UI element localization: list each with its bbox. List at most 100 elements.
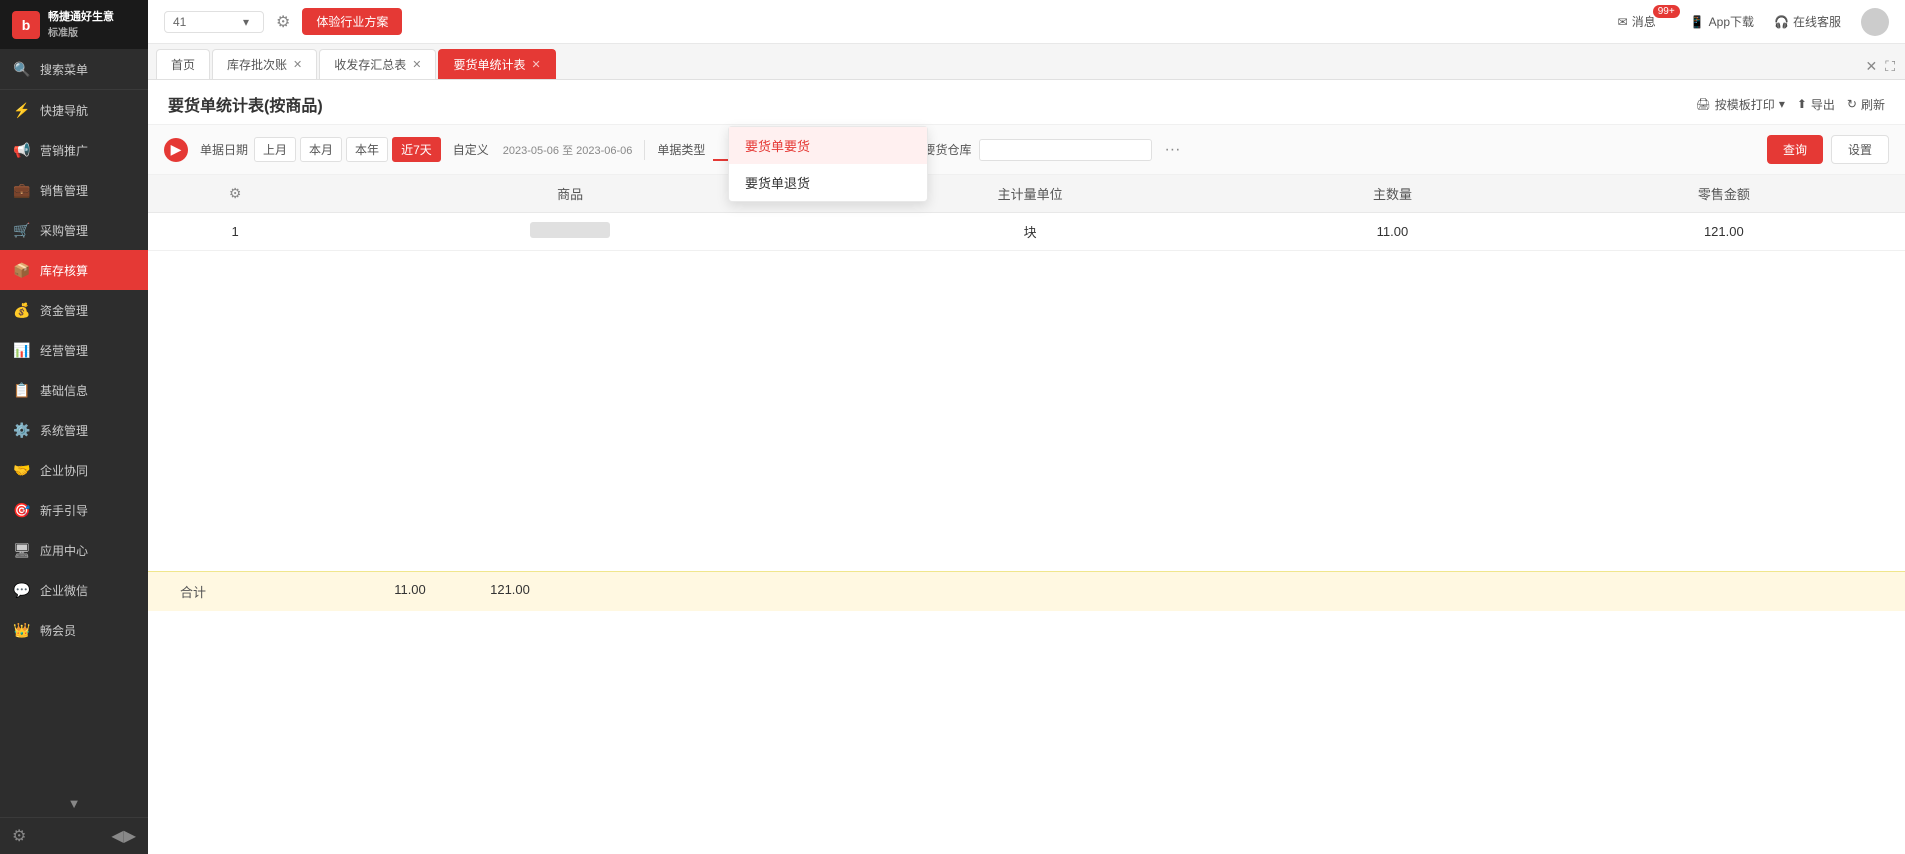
sidebar-item-sales[interactable]: 💼 销售管理 bbox=[0, 170, 148, 210]
sidebar-item-purchase[interactable]: 🛒 采购管理 bbox=[0, 210, 148, 250]
sidebar-item-label: 畅会员 bbox=[40, 622, 76, 639]
tab-close-icon[interactable]: ✕ bbox=[532, 58, 541, 71]
sidebar-item-vip[interactable]: 👑 畅会员 bbox=[0, 610, 148, 650]
tab-close-icon[interactable]: ✕ bbox=[293, 58, 302, 71]
finance-icon: 💰 bbox=[12, 300, 32, 320]
print-btn[interactable]: 🖨 按模板打印 ▾ bbox=[1696, 96, 1785, 113]
filter-warehouse-input[interactable] bbox=[979, 139, 1152, 161]
table-wrapper: ⚙ 商品 主计量单位 主数量 零售金额 1 块 11.00 bbox=[148, 175, 1905, 251]
sales-icon: 💼 bbox=[12, 180, 32, 200]
tab-home[interactable]: 首页 bbox=[156, 49, 210, 79]
tabs-close-all-btn[interactable]: ✕ bbox=[1863, 56, 1879, 77]
phone-icon: 📱 bbox=[1690, 15, 1705, 29]
tab-close-icon[interactable]: ✕ bbox=[412, 58, 421, 71]
export-btn[interactable]: ⬆ 导出 bbox=[1797, 96, 1835, 113]
service-btn[interactable]: 🎧 在线客服 bbox=[1774, 13, 1841, 30]
cell-unit: 块 bbox=[818, 213, 1242, 251]
messages-btn[interactable]: ✉ 消息 99+ bbox=[1618, 13, 1670, 30]
filter-date-year[interactable]: 本年 bbox=[346, 137, 388, 162]
footer-label: 合计 bbox=[160, 582, 360, 601]
filter-expand-btn[interactable]: ▶ bbox=[164, 138, 188, 162]
sidebar-item-wechat[interactable]: 💬 企业微信 bbox=[0, 570, 148, 610]
filter-date-7days[interactable]: 近7天 bbox=[392, 137, 441, 162]
guide-icon: 🎯 bbox=[12, 500, 32, 520]
topbar-gear-icon[interactable]: ⚙ bbox=[276, 12, 290, 32]
table-row: 1 块 11.00 121.00 bbox=[148, 213, 1905, 251]
footer-amount: 121.00 bbox=[460, 582, 560, 601]
type-filter-label: 单据类型 bbox=[657, 141, 705, 158]
promo-button[interactable]: 体验行业方案 bbox=[302, 8, 402, 35]
user-avatar[interactable] bbox=[1861, 8, 1889, 36]
sidebar-item-base-info[interactable]: 📋 基础信息 bbox=[0, 370, 148, 410]
page-header: 要货单统计表(按商品) 🖨 按模板打印 ▾ ⬆ 导出 ↻ 刷新 bbox=[148, 80, 1905, 125]
sidebar: b 畅捷通好生意 标准版 🔍 搜索菜单 ⚡ 快捷导航 📢 营销推广 💼 销售管理… bbox=[0, 0, 148, 854]
settings-button[interactable]: 设置 bbox=[1831, 135, 1889, 164]
filter-date-cur-month[interactable]: 本月 bbox=[300, 137, 342, 162]
filter-action-btns: 查询 设置 bbox=[1767, 135, 1889, 164]
topbar: 41 ▾ ⚙ 体验行业方案 ✉ 消息 99+ 📱 App下载 🎧 在线客服 bbox=[148, 0, 1905, 44]
filter-more-options-icon[interactable]: ··· bbox=[1160, 141, 1184, 159]
sidebar-nav: 🔍 搜索菜单 ⚡ 快捷导航 📢 营销推广 💼 销售管理 🛒 采购管理 📦 库存核… bbox=[0, 49, 148, 790]
company-name: 41 bbox=[173, 15, 186, 29]
sidebar-item-label: 搜索菜单 bbox=[40, 61, 88, 78]
sidebar-scroll-down[interactable]: ▼ bbox=[0, 790, 148, 817]
sidebar-item-finance[interactable]: 💰 资金管理 bbox=[0, 290, 148, 330]
sidebar-item-operations[interactable]: 📊 经营管理 bbox=[0, 330, 148, 370]
sidebar-item-system[interactable]: ⚙️ 系统管理 bbox=[0, 410, 148, 450]
tab-receive-summary[interactable]: 收发存汇总表 ✕ bbox=[319, 49, 436, 79]
appcenter-icon: 🖥 bbox=[12, 540, 32, 560]
export-icon: ⬆ bbox=[1797, 97, 1807, 111]
app-name: 畅捷通好生意 bbox=[48, 10, 114, 24]
page-title: 要货单统计表(按商品) bbox=[168, 92, 323, 116]
sidebar-item-label: 新手引导 bbox=[40, 502, 88, 519]
sidebar-item-collab[interactable]: 🤝 企业协同 bbox=[0, 450, 148, 490]
app-logo: b 畅捷通好生意 标准版 bbox=[0, 0, 148, 49]
refresh-btn[interactable]: ↻ 刷新 bbox=[1847, 96, 1885, 113]
filter-warehouse-section: 要货仓库 ··· bbox=[923, 139, 1184, 161]
page-content: 要货单统计表(按商品) 🖨 按模板打印 ▾ ⬆ 导出 ↻ 刷新 ▶ bbox=[148, 80, 1905, 854]
app-download-label: App下载 bbox=[1709, 13, 1754, 30]
sidebar-item-inventory[interactable]: 📦 库存核算 bbox=[0, 250, 148, 290]
cell-amount: 121.00 bbox=[1543, 213, 1905, 251]
table-footer: 合计 11.00 121.00 bbox=[148, 571, 1905, 611]
sidebar-item-appcenter[interactable]: 🖥 应用中心 bbox=[0, 530, 148, 570]
app-download-btn[interactable]: 📱 App下载 bbox=[1690, 13, 1754, 30]
company-selector[interactable]: 41 ▾ bbox=[164, 11, 264, 33]
topbar-right: ✉ 消息 99+ 📱 App下载 🎧 在线客服 bbox=[1618, 8, 1889, 36]
sidebar-item-search[interactable]: 🔍 搜索菜单 bbox=[0, 49, 148, 90]
marketing-icon: 📢 bbox=[12, 140, 32, 160]
footer-quantity: 11.00 bbox=[360, 582, 460, 601]
cell-quantity: 11.00 bbox=[1242, 213, 1542, 251]
th-quantity: 主数量 bbox=[1242, 175, 1542, 213]
tabs-bar: 首页 库存批次账 ✕ 收发存汇总表 ✕ 要货单统计表 ✕ ✕ ⛶ bbox=[148, 44, 1905, 80]
dropdown-item-return[interactable]: 要货单退货 bbox=[729, 164, 927, 201]
collapse-icon[interactable]: ◀▶ bbox=[111, 826, 136, 846]
table-body: 1 块 11.00 121.00 bbox=[148, 213, 1905, 251]
sidebar-item-marketing[interactable]: 📢 营销推广 bbox=[0, 130, 148, 170]
query-button[interactable]: 查询 bbox=[1767, 135, 1823, 164]
search-icon: 🔍 bbox=[12, 59, 32, 79]
tab-order-stats[interactable]: 要货单统计表 ✕ bbox=[438, 49, 555, 79]
sidebar-item-guide[interactable]: 🎯 新手引导 bbox=[0, 490, 148, 530]
filter-separator-1 bbox=[644, 140, 645, 160]
filter-date-prev-month[interactable]: 上月 bbox=[254, 137, 296, 162]
tabs-end-buttons: ✕ ⛶ bbox=[1863, 56, 1897, 79]
sidebar-item-label: 库存核算 bbox=[40, 262, 88, 279]
tabs-expand-btn[interactable]: ⛶ bbox=[1883, 56, 1897, 77]
cell-product bbox=[322, 213, 818, 251]
th-settings[interactable]: ⚙ bbox=[148, 175, 322, 213]
settings-icon[interactable]: ⚙ bbox=[12, 826, 26, 846]
baseinfo-icon: 📋 bbox=[12, 380, 32, 400]
sidebar-item-quicknav[interactable]: ⚡ 快捷导航 bbox=[0, 90, 148, 130]
filter-date-custom[interactable]: 自定义 bbox=[445, 138, 497, 161]
dropdown-item-require[interactable]: 要货单要货 bbox=[729, 127, 927, 164]
main-content: 41 ▾ ⚙ 体验行业方案 ✉ 消息 99+ 📱 App下载 🎧 在线客服 bbox=[148, 0, 1905, 854]
logo-icon: b bbox=[12, 11, 40, 39]
vip-icon: 👑 bbox=[12, 620, 32, 640]
filter-date-section: 单据日期 上月 本月 本年 近7天 自定义 2023-05-06 至 2023-… bbox=[200, 137, 632, 162]
tab-inventory-batch[interactable]: 库存批次账 ✕ bbox=[212, 49, 317, 79]
product-blurred bbox=[530, 222, 610, 238]
wechat-icon: 💬 bbox=[12, 580, 32, 600]
column-settings-icon[interactable]: ⚙ bbox=[229, 185, 242, 201]
sidebar-bottom: ⚙ ◀▶ bbox=[0, 817, 148, 854]
